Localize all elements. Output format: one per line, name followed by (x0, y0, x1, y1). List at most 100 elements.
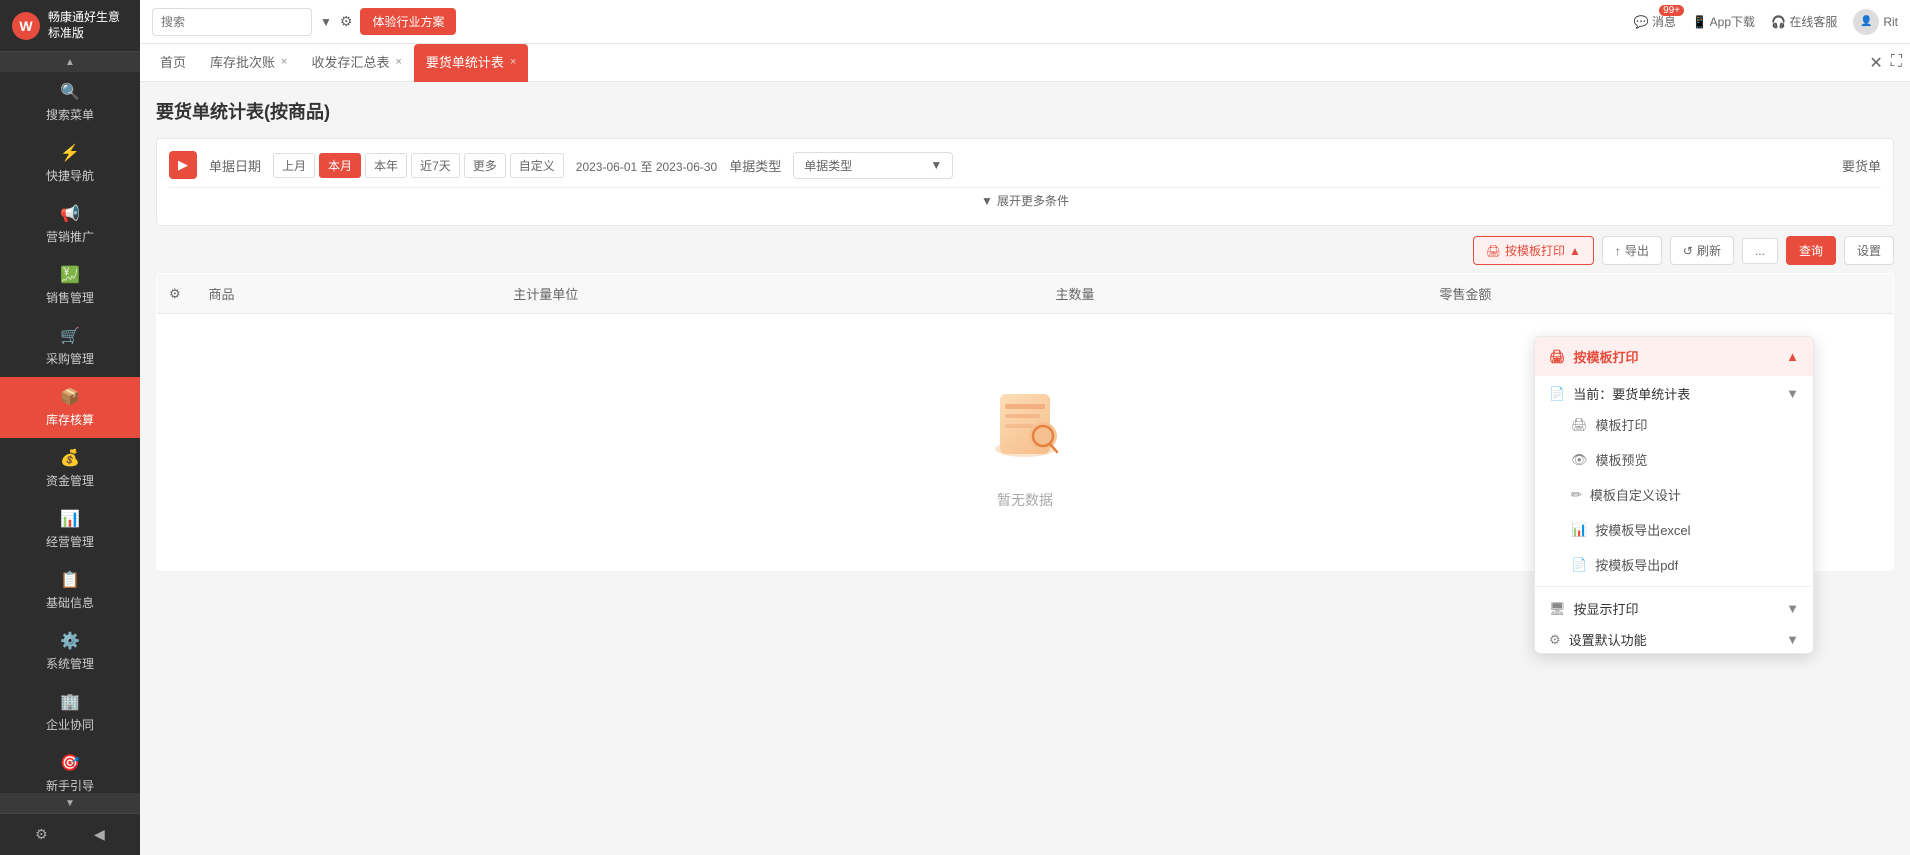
finance-icon: 💰 (60, 448, 80, 468)
date-btn-custom[interactable]: 自定义 (510, 153, 564, 178)
settings-label: 设置 (1857, 242, 1881, 259)
app-download-link[interactable]: 📱 App下载 (1692, 13, 1755, 30)
dropdown-header[interactable]: 🖨 按模板打印 ▲ (1535, 337, 1813, 376)
more-options-btn[interactable]: ... (1742, 238, 1778, 264)
sidebar-item-quick-nav[interactable]: ⚡ 快捷导航 (0, 133, 140, 194)
sidebar-item-system[interactable]: ⚙️ 系统管理 (0, 621, 140, 682)
refresh-btn[interactable]: ↺ 刷新 (1670, 236, 1734, 265)
dropdown-item-template-preview[interactable]: 👁 模板预览 (1535, 442, 1813, 477)
template-custom-icon: ✏ (1571, 487, 1582, 503)
expand-conditions-label: 展开更多条件 (997, 192, 1069, 209)
date-btn-this-month[interactable]: 本月 (319, 153, 361, 178)
sidebar-item-basic-info[interactable]: 📋 基础信息 (0, 560, 140, 621)
sidebar-item-search-label: 搜索菜单 (46, 106, 94, 123)
export-label: 导出 (1625, 242, 1649, 259)
empty-illustration (975, 374, 1075, 474)
set-default-icon: ⚙ (1549, 632, 1561, 648)
expand-conditions-btn[interactable]: ▼ 展开更多条件 (169, 187, 1881, 213)
dropdown-up-chevron-icon: ▲ (1786, 349, 1799, 364)
tab-collection-summary-close[interactable]: × (395, 56, 401, 68)
date-btn-7days[interactable]: 近7天 (411, 153, 460, 178)
sidebar-scroll-up[interactable]: ▲ (0, 52, 140, 72)
sidebar-item-inventory[interactable]: 📦 库存核算 (0, 377, 140, 438)
sidebar-item-purchase-label: 采购管理 (46, 350, 94, 367)
tab-inventory-batch-label: 库存批次账 (210, 52, 275, 71)
main-area: ▼ ⚙ 体验行业方案 💬 99+ 消息 📱 App下载 🎧 在线客服 👤 Rit (140, 0, 1910, 855)
export-btn[interactable]: ↑ 导出 (1602, 236, 1662, 265)
tab-inventory-batch[interactable]: 库存批次账 × (198, 44, 299, 82)
display-print-label: 按显示打印 (1574, 599, 1639, 618)
current-template-label: 当前：要货单统计表 (1573, 384, 1690, 403)
export-excel-label: 按模板导出excel (1595, 520, 1690, 539)
sidebar-item-search[interactable]: 🔍 搜索菜单 (0, 72, 140, 133)
headset-icon: 🎧 (1771, 15, 1786, 29)
header-dropdown-btn[interactable]: ▼ (320, 15, 332, 29)
operations-icon: 📊 (60, 509, 80, 529)
print-dropdown: 🖨 按模板打印 ▲ 📄 当前：要货单统计表 ▼ (1534, 336, 1814, 654)
sidebar-item-marketing[interactable]: 📢 营销推广 (0, 194, 140, 255)
tab-collection-summary[interactable]: 收发存汇总表 × (299, 44, 413, 82)
current-template-header[interactable]: 📄 当前：要货单统计表 ▼ (1535, 376, 1813, 407)
marketing-icon: 📢 (60, 204, 80, 224)
tab-order-statistics[interactable]: 要货单统计表 × (414, 44, 528, 82)
tab-bar-right: ✕ ⛶ (1869, 53, 1902, 73)
refresh-label: 刷新 (1697, 242, 1721, 259)
table-header-product: 商品 (197, 274, 502, 314)
chevron-down-icon: ▼ (981, 194, 993, 208)
dropdown-item-template-print[interactable]: 🖨 模板打印 (1535, 407, 1813, 442)
sidebar-item-enterprise-label: 企业协同 (46, 716, 94, 733)
basic-info-icon: 📋 (60, 570, 80, 590)
sidebar-item-finance[interactable]: 💰 资金管理 (0, 438, 140, 499)
dropdown-item-export-pdf[interactable]: 📄 按模板导出pdf (1535, 547, 1813, 582)
print-template-btn[interactable]: 🖨 按模板打印 ▲ (1473, 236, 1594, 265)
dropdown-item-template-custom[interactable]: ✏ 模板自定义设计 (1535, 477, 1813, 512)
query-btn[interactable]: 查询 (1786, 236, 1836, 265)
user-menu[interactable]: 👤 Rit (1853, 9, 1898, 35)
purchase-icon: 🛒 (60, 326, 80, 346)
trial-button[interactable]: 体验行业方案 (360, 8, 456, 35)
sidebar-item-sales-label: 销售管理 (46, 289, 94, 306)
type-select[interactable]: 单据类型 ▼ (793, 152, 953, 179)
export-pdf-icon: 📄 (1571, 557, 1587, 573)
tab-inventory-batch-close[interactable]: × (281, 56, 287, 68)
app-download-icon: 📱 (1692, 15, 1707, 29)
date-btn-this-year[interactable]: 本年 (365, 153, 407, 178)
app-edition: 标准版 (48, 26, 120, 42)
table-header-gear[interactable]: ⚙ (157, 274, 197, 314)
set-default-header[interactable]: ⚙ 设置默认功能 ▼ (1535, 622, 1813, 653)
user-name: Rit (1883, 15, 1898, 29)
header-right: 💬 99+ 消息 📱 App下载 🎧 在线客服 👤 Rit (1634, 9, 1898, 35)
tab-order-statistics-close[interactable]: × (510, 56, 516, 68)
header-search-input[interactable] (152, 8, 312, 36)
dropdown-item-export-excel[interactable]: 📊 按模板导出excel (1535, 512, 1813, 547)
online-service-link[interactable]: 🎧 在线客服 (1771, 13, 1837, 30)
filter-expand-toggle[interactable]: ▶ (169, 151, 197, 179)
page-content: 要货单统计表(按商品) ▶ 单据日期 上月 本月 本年 近7天 更多 自定义 2… (140, 82, 1910, 855)
sidebar-item-purchase[interactable]: 🛒 采购管理 (0, 316, 140, 377)
tab-home[interactable]: 首页 (148, 44, 198, 82)
header-gear-icon[interactable]: ⚙ (340, 13, 353, 30)
date-btn-more[interactable]: 更多 (464, 153, 506, 178)
sidebar-toggle-icon[interactable]: ◀ (94, 826, 105, 843)
dropdown-printer-icon: 🖨 (1549, 349, 1566, 365)
filter-right-area: 要货单 (1842, 156, 1881, 175)
sidebar-item-enterprise[interactable]: 🏢 企业协同 (0, 682, 140, 743)
sidebar-scroll-down[interactable]: ▼ (0, 793, 140, 813)
app-name-container: 畅康通好生意 标准版 (48, 10, 120, 41)
sidebar-item-sales[interactable]: 💹 销售管理 (0, 255, 140, 316)
display-print-header[interactable]: 🖥 按显示打印 ▼ (1535, 591, 1813, 622)
date-btn-last-month[interactable]: 上月 (273, 153, 315, 178)
table-header-unit: 主计量单位 (501, 274, 1043, 314)
tab-bar-expand-icon[interactable]: ⛶ (1891, 53, 1902, 73)
messages-badge[interactable]: 💬 99+ 消息 (1634, 13, 1676, 30)
guide-icon: 🎯 (60, 753, 80, 773)
settings-btn[interactable]: 设置 (1844, 236, 1894, 265)
tab-bar-close-icon[interactable]: ✕ (1869, 53, 1882, 73)
top-header: ▼ ⚙ 体验行业方案 💬 99+ 消息 📱 App下载 🎧 在线客服 👤 Rit (140, 0, 1910, 44)
filter-row: ▶ 单据日期 上月 本月 本年 近7天 更多 自定义 2023-06-01 至 … (169, 151, 1881, 179)
printer-icon: 🖨 (1486, 244, 1501, 258)
sidebar-item-guide[interactable]: 🎯 新手引导 (0, 743, 140, 793)
settings-icon[interactable]: ⚙ (35, 826, 48, 843)
template-print-icon: 🖨 (1571, 417, 1588, 433)
sidebar-item-operations[interactable]: 📊 经营管理 (0, 499, 140, 560)
